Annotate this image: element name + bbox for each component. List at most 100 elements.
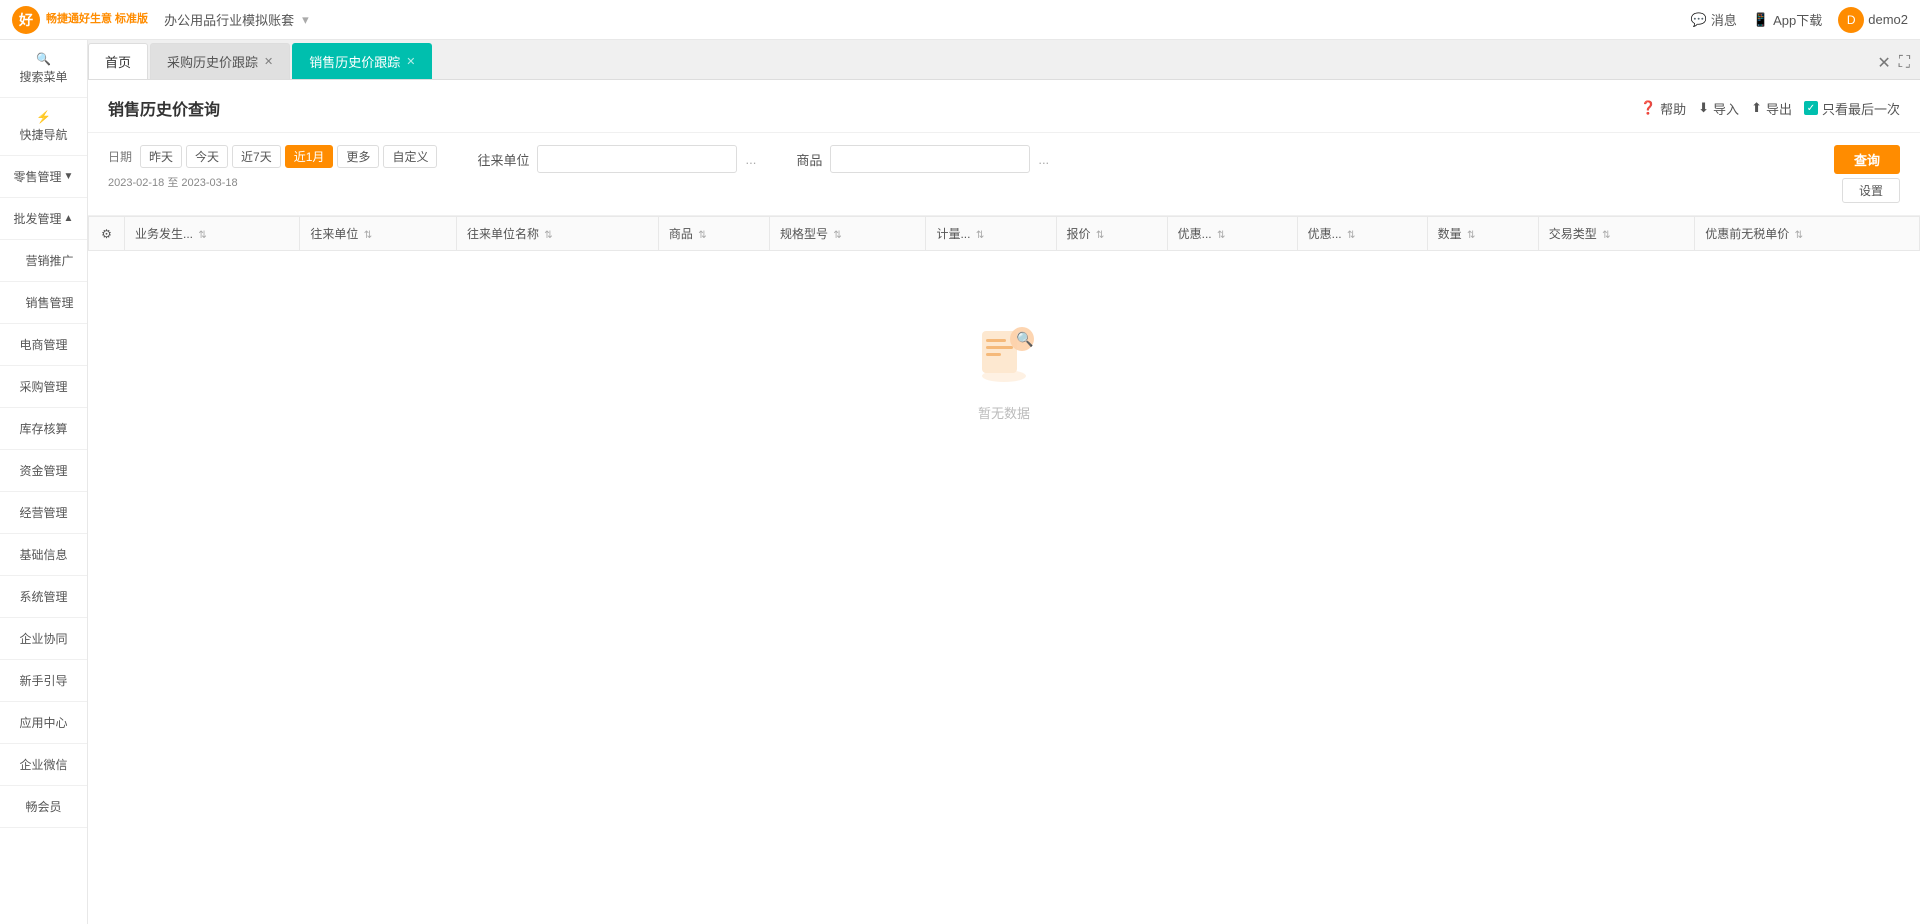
sidebar-label-app-center: 应用中心 [19, 714, 67, 731]
col-goods-label: 商品 [669, 227, 693, 241]
main-layout: 🔍 搜索菜单 ⚡ 快捷导航 零售管理 ▼ 批发管理 ▲ 营销推广 销售管理 电商… [0, 40, 1920, 924]
sidebar-label-operations: 经营管理 [19, 504, 67, 521]
logo-text: 畅捷通好生意 标准版 [46, 13, 148, 26]
unit-filter-group: 往来单位 ... [477, 145, 756, 173]
maximize-btn[interactable]: ⛶ [1897, 52, 1912, 74]
table-col-trade-type[interactable]: 交易类型 ⇅ [1538, 217, 1695, 251]
sidebar-item-sales-mgmt[interactable]: 销售管理 [0, 282, 87, 324]
col-unit-label: 计量... [936, 227, 970, 241]
sidebar-item-quick-nav[interactable]: ⚡ 快捷导航 [0, 98, 87, 156]
sort-arrows-qty: ⇅ [1467, 230, 1475, 241]
sidebar-item-new-user[interactable]: 新手引导 [0, 660, 87, 702]
tab-purchase-close-icon[interactable]: ✕ [264, 55, 273, 68]
unit-filter-label: 往来单位 [477, 150, 529, 169]
sidebar-label-vip: 畅会员 [25, 798, 61, 815]
col-biz-date-label: 业务发生... [135, 227, 193, 241]
only-last-checkbox-label[interactable]: ✓ 只看最后一次 [1804, 99, 1900, 118]
download-icon: 📱 [1753, 12, 1769, 28]
export-icon: ⬆ [1751, 100, 1762, 116]
sidebar-item-search[interactable]: 🔍 搜索菜单 [0, 40, 87, 98]
goods-filter-input[interactable] [830, 145, 1030, 173]
sort-arrows-pretax-price: ⇅ [1795, 230, 1803, 241]
filter-settings-button[interactable]: 设置 [1842, 178, 1900, 203]
date-btn-today[interactable]: 今天 [186, 145, 228, 168]
sidebar-label-inventory: 库存核算 [19, 420, 67, 437]
table-col-quote[interactable]: 报价 ⇅ [1056, 217, 1167, 251]
sidebar-item-wholesale[interactable]: 批发管理 ▲ [0, 198, 87, 240]
search-icon: 🔍 [36, 52, 51, 66]
tab-sales-history[interactable]: 销售历史价跟踪 ✕ [292, 43, 432, 79]
table-col-goods[interactable]: 商品 ⇅ [658, 217, 769, 251]
sidebar-item-enterprise-wechat[interactable]: 企业微信 [0, 744, 87, 786]
sidebar-item-operations[interactable]: 经营管理 [0, 492, 87, 534]
date-btn-1month[interactable]: 近1月 [285, 145, 334, 168]
data-table: ⚙ 业务发生... ⇅ 往来单位 ⇅ 往来单位名称 ⇅ [88, 216, 1920, 251]
table-col-discount2[interactable]: 优惠... ⇅ [1297, 217, 1427, 251]
tab-sales-history-label: 销售历史价跟踪 [309, 52, 400, 71]
sort-arrows-goods: ⇅ [698, 230, 706, 241]
table-col-unit-name[interactable]: 往来单位名称 ⇅ [456, 217, 658, 251]
table-col-qty[interactable]: 数量 ⇅ [1427, 217, 1538, 251]
sidebar-item-finance[interactable]: 资金管理 [0, 450, 87, 492]
tab-purchase-history[interactable]: 采购历史价跟踪 ✕ [150, 43, 290, 79]
sidebar-item-system[interactable]: 系统管理 [0, 576, 87, 618]
sidebar-item-vip[interactable]: 畅会员 [0, 786, 87, 828]
close-tab-btn[interactable]: ✕ [1875, 51, 1892, 75]
sidebar-item-purchase[interactable]: 采购管理 [0, 366, 87, 408]
unit-filter-input[interactable] [537, 145, 737, 173]
top-bar-left: 好 畅捷通好生意 标准版 办公用品行业模拟账套 ▾ [12, 6, 309, 34]
quick-nav-icon: ⚡ [36, 110, 51, 124]
app-title-dropdown-icon[interactable]: ▾ [302, 12, 309, 28]
table-col-unit[interactable]: 计量... ⇅ [926, 217, 1056, 251]
help-label: 帮助 [1660, 99, 1686, 118]
date-btn-custom[interactable]: 自定义 [383, 145, 437, 168]
app-download-btn[interactable]: 📱 App下载 [1753, 10, 1822, 29]
date-btn-yesterday[interactable]: 昨天 [140, 145, 182, 168]
message-label: 消息 [1711, 10, 1737, 29]
table-col-settings[interactable]: ⚙ [89, 217, 125, 251]
import-btn[interactable]: ⬇ 导入 [1698, 99, 1739, 118]
sidebar-label-ecommerce: 电商管理 [19, 336, 67, 353]
only-last-checkbox[interactable]: ✓ [1804, 101, 1818, 115]
sidebar-label-system: 系统管理 [19, 588, 67, 605]
only-last-label: 只看最后一次 [1822, 99, 1900, 118]
sidebar-item-ecommerce[interactable]: 电商管理 [0, 324, 87, 366]
sidebar-item-inventory[interactable]: 库存核算 [0, 408, 87, 450]
col-quote-label: 报价 [1067, 227, 1091, 241]
sidebar-item-app-center[interactable]: 应用中心 [0, 702, 87, 744]
query-button[interactable]: 查询 [1834, 145, 1900, 174]
table-col-discount1[interactable]: 优惠... ⇅ [1167, 217, 1297, 251]
date-btn-7days[interactable]: 近7天 [232, 145, 281, 168]
date-range-display: 2023-02-18 至 2023-03-18 [108, 174, 437, 190]
tab-bar-actions: ✕ ⛶ [1875, 51, 1920, 79]
sidebar-item-basic-info[interactable]: 基础信息 [0, 534, 87, 576]
sidebar-item-enterprise[interactable]: 企业协同 [0, 618, 87, 660]
tab-sales-close-icon[interactable]: ✕ [406, 55, 415, 68]
svg-text:🔍: 🔍 [1016, 330, 1033, 348]
sidebar-label-new-user: 新手引导 [19, 672, 67, 689]
empty-text: 暂无数据 [978, 403, 1030, 422]
unit-filter-dots[interactable]: ... [745, 152, 756, 167]
tab-home[interactable]: 首页 [88, 43, 148, 79]
content-area: 首页 采购历史价跟踪 ✕ 销售历史价跟踪 ✕ ✕ ⛶ 销售历史价查询 [88, 40, 1920, 924]
sidebar-item-retail[interactable]: 零售管理 ▼ [0, 156, 87, 198]
sidebar-label-wholesale: 批发管理 [14, 210, 62, 227]
col-unit-code-label: 往来单位 [310, 227, 358, 241]
table-col-spec[interactable]: 规格型号 ⇅ [769, 217, 926, 251]
help-btn[interactable]: ❓ 帮助 [1640, 99, 1686, 118]
page-content: 销售历史价查询 ❓ 帮助 ⬇ 导入 ⬆ 导出 ✓ [88, 80, 1920, 924]
table-col-unit-code[interactable]: 往来单位 ⇅ [300, 217, 457, 251]
user-menu-btn[interactable]: D demo2 [1838, 7, 1908, 33]
table-col-biz-date[interactable]: 业务发生... ⇅ [125, 217, 300, 251]
export-btn[interactable]: ⬆ 导出 [1751, 99, 1792, 118]
message-icon: 💬 [1691, 12, 1707, 28]
message-btn[interactable]: 💬 消息 [1691, 10, 1737, 29]
import-label: 导入 [1713, 99, 1739, 118]
sort-arrows-trade-type: ⇅ [1602, 230, 1610, 241]
tab-purchase-history-label: 采购历史价跟踪 [167, 52, 258, 71]
sidebar-item-marketing[interactable]: 营销推广 [0, 240, 87, 282]
chevron-up-icon: ▲ [64, 213, 74, 224]
table-col-pretax-price[interactable]: 优惠前无税单价 ⇅ [1695, 217, 1920, 251]
goods-filter-dots[interactable]: ... [1038, 152, 1049, 167]
date-btn-more[interactable]: 更多 [337, 145, 379, 168]
